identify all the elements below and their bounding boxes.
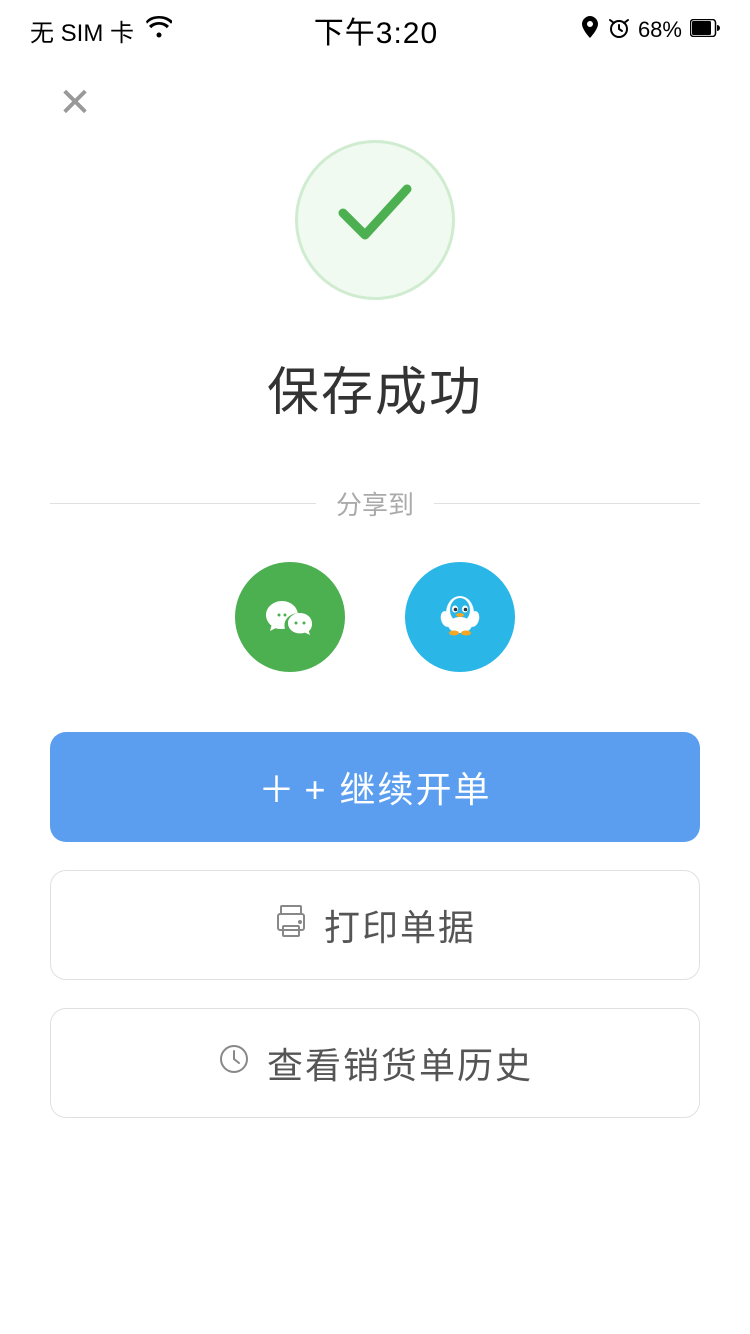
status-left: 无 SIM 卡	[30, 13, 172, 48]
alarm-icon	[608, 16, 630, 44]
share-divider: 分享到	[0, 485, 750, 522]
success-title: 保存成功	[267, 350, 483, 425]
share-icons	[235, 562, 515, 672]
wifi-icon	[146, 16, 172, 44]
carrier-text: 无 SIM 卡	[30, 13, 134, 48]
history-label: 查看销货单历史	[267, 1037, 533, 1089]
print-button[interactable]: 打印单据	[50, 870, 700, 980]
close-button[interactable]: ✕	[50, 78, 100, 128]
divider-right	[434, 503, 700, 504]
actions: ＋ + 继续开单 打印单据 查看销货单历史	[0, 732, 750, 1118]
history-button[interactable]: 查看销货单历史	[50, 1008, 700, 1118]
location-icon	[580, 16, 600, 44]
wechat-button[interactable]	[235, 562, 345, 672]
status-right: 68%	[580, 16, 720, 44]
success-circle	[295, 140, 455, 300]
close-icon: ✕	[58, 80, 92, 126]
divider-left	[50, 503, 316, 504]
qq-button[interactable]	[405, 562, 515, 672]
status-time: 下午3:20	[314, 8, 438, 52]
continue-button[interactable]: ＋ + 继续开单	[50, 732, 700, 842]
wechat-icon	[260, 587, 320, 647]
battery-percent: 68%	[638, 17, 682, 43]
print-icon	[274, 904, 308, 947]
checkmark-icon	[335, 177, 415, 260]
share-section: 分享到	[0, 485, 750, 672]
qq-icon	[430, 587, 490, 647]
clock-icon	[217, 1042, 251, 1085]
print-label: 打印单据	[324, 899, 476, 951]
plus-icon: ＋	[258, 761, 296, 813]
share-label: 分享到	[316, 485, 434, 522]
continue-label: + 继续开单	[304, 761, 491, 813]
battery-icon	[690, 17, 720, 43]
status-bar: 无 SIM 卡 下午3:20 68%	[0, 0, 750, 60]
main-content: 保存成功 分享到	[0, 60, 750, 1118]
